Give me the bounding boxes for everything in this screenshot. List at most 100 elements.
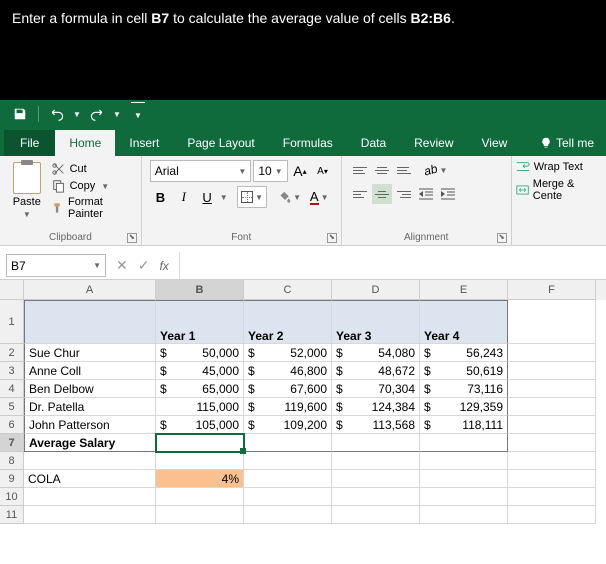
- increase-indent-button[interactable]: [438, 184, 458, 204]
- row-header[interactable]: 5: [0, 398, 24, 416]
- cell[interactable]: [508, 470, 596, 488]
- undo-button[interactable]: [45, 102, 69, 126]
- cut-button[interactable]: Cut: [52, 162, 133, 176]
- cell[interactable]: $109,200: [244, 416, 332, 434]
- align-middle-button[interactable]: [372, 160, 392, 180]
- save-button[interactable]: [8, 102, 32, 126]
- cell[interactable]: [508, 416, 596, 434]
- clipboard-dialog-launcher[interactable]: ⬊: [127, 233, 137, 243]
- cell[interactable]: $129,359: [420, 398, 508, 416]
- cell[interactable]: [24, 452, 156, 470]
- underline-button[interactable]: U: [196, 186, 217, 208]
- row-header[interactable]: 3: [0, 362, 24, 380]
- cell[interactable]: [508, 362, 596, 380]
- row-header[interactable]: 2: [0, 344, 24, 362]
- fx-icon[interactable]: fx: [159, 259, 168, 273]
- cell[interactable]: [332, 434, 420, 452]
- cell[interactable]: 115,000: [156, 398, 244, 416]
- enter-formula-button[interactable]: ✓: [138, 257, 150, 274]
- cell[interactable]: Average Salary: [24, 434, 156, 452]
- cell[interactable]: $119,600: [244, 398, 332, 416]
- cell[interactable]: [24, 506, 156, 524]
- cell-b7-selected[interactable]: [156, 434, 244, 452]
- align-center-button[interactable]: [372, 184, 392, 204]
- cell[interactable]: [244, 506, 332, 524]
- cell[interactable]: [420, 452, 508, 470]
- cell[interactable]: [508, 380, 596, 398]
- font-dialog-launcher[interactable]: ⬊: [327, 233, 337, 243]
- cell[interactable]: $105,000: [156, 416, 244, 434]
- font-name-select[interactable]: Arial▼: [150, 160, 252, 182]
- cell[interactable]: [420, 506, 508, 524]
- cell[interactable]: [156, 488, 244, 506]
- cell[interactable]: [244, 488, 332, 506]
- font-color-button[interactable]: A▼: [306, 186, 333, 208]
- cell[interactable]: $65,000: [156, 380, 244, 398]
- row-header[interactable]: 6: [0, 416, 24, 434]
- fill-handle[interactable]: [240, 448, 246, 454]
- formula-input[interactable]: [179, 252, 606, 279]
- tab-data[interactable]: Data: [347, 130, 400, 156]
- cell[interactable]: [508, 398, 596, 416]
- align-bottom-button[interactable]: [394, 160, 414, 180]
- row-header[interactable]: 7: [0, 434, 24, 452]
- cell[interactable]: [508, 434, 596, 452]
- cell[interactable]: [508, 506, 596, 524]
- select-all-corner[interactable]: [0, 280, 24, 300]
- row-header[interactable]: 9: [0, 470, 24, 488]
- tab-view[interactable]: View: [468, 130, 522, 156]
- cell[interactable]: Year 2: [244, 300, 332, 344]
- cell[interactable]: [24, 488, 156, 506]
- decrease-indent-button[interactable]: [416, 184, 436, 204]
- cancel-formula-button[interactable]: ✕: [116, 257, 128, 274]
- cell[interactable]: COLA: [24, 470, 156, 488]
- undo-dropdown[interactable]: ▼: [71, 102, 83, 126]
- cell[interactable]: 4%: [156, 470, 244, 488]
- merge-center-button[interactable]: Merge & Cente: [516, 178, 602, 202]
- format-painter-button[interactable]: Format Painter: [52, 196, 133, 220]
- cell[interactable]: [332, 470, 420, 488]
- cell[interactable]: [332, 506, 420, 524]
- cell[interactable]: [24, 300, 156, 344]
- cell[interactable]: [508, 452, 596, 470]
- cell[interactable]: [508, 344, 596, 362]
- align-right-button[interactable]: [394, 184, 414, 204]
- cell[interactable]: $124,384: [332, 398, 420, 416]
- increase-font-button[interactable]: A▴: [290, 160, 311, 182]
- cell[interactable]: $113,568: [332, 416, 420, 434]
- cell[interactable]: [156, 452, 244, 470]
- col-header-f[interactable]: F: [508, 280, 596, 300]
- cell[interactable]: [508, 300, 596, 344]
- cell[interactable]: John Patterson: [24, 416, 156, 434]
- redo-button[interactable]: [85, 102, 109, 126]
- cell[interactable]: [332, 488, 420, 506]
- cell[interactable]: $73,116: [420, 380, 508, 398]
- qat-customize[interactable]: ▼: [131, 102, 145, 126]
- cell[interactable]: [332, 452, 420, 470]
- cell[interactable]: [508, 488, 596, 506]
- paste-button[interactable]: Paste ▼: [8, 160, 46, 220]
- alignment-dialog-launcher[interactable]: ⬊: [497, 233, 507, 243]
- tab-home[interactable]: Home: [55, 130, 115, 156]
- cell[interactable]: $46,800: [244, 362, 332, 380]
- cell[interactable]: Year 4: [420, 300, 508, 344]
- align-left-button[interactable]: [350, 184, 370, 204]
- row-header[interactable]: 8: [0, 452, 24, 470]
- cell[interactable]: $48,672: [332, 362, 420, 380]
- tab-page-layout[interactable]: Page Layout: [173, 130, 268, 156]
- row-header[interactable]: 4: [0, 380, 24, 398]
- borders-button[interactable]: ▼: [237, 186, 266, 208]
- cell[interactable]: Sue Chur: [24, 344, 156, 362]
- cell[interactable]: [244, 452, 332, 470]
- bold-button[interactable]: B: [150, 186, 171, 208]
- tab-insert[interactable]: Insert: [115, 130, 173, 156]
- align-top-button[interactable]: [350, 160, 370, 180]
- cell[interactable]: [244, 470, 332, 488]
- orientation-button[interactable]: ab▼: [422, 160, 450, 180]
- cell[interactable]: $45,000: [156, 362, 244, 380]
- cell[interactable]: $50,000: [156, 344, 244, 362]
- cell[interactable]: $118,111: [420, 416, 508, 434]
- cell[interactable]: [420, 488, 508, 506]
- spreadsheet-grid[interactable]: A B C D E F 1 Year 1 Year 2 Year 3 Year …: [0, 280, 606, 524]
- cell[interactable]: Anne Coll: [24, 362, 156, 380]
